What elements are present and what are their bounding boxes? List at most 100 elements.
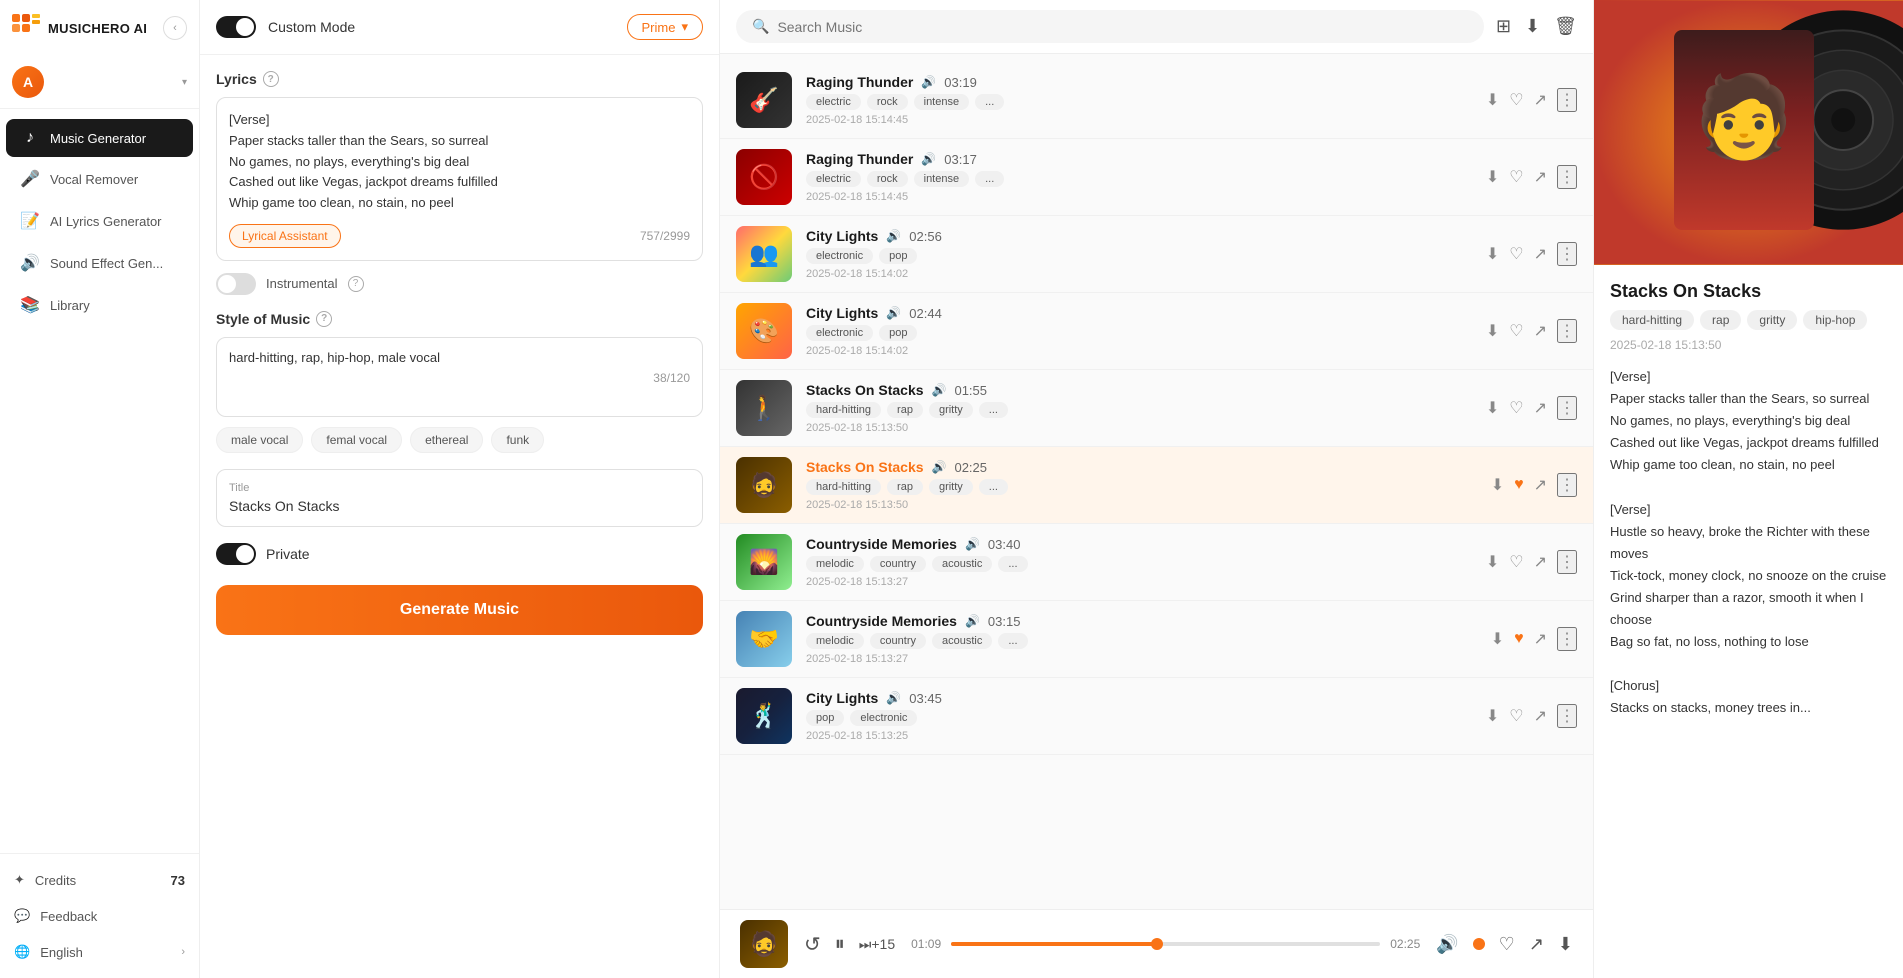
volume-icon[interactable]: 🔊: [1436, 934, 1458, 955]
lyrical-assistant-button[interactable]: Lyrical Assistant: [229, 224, 341, 248]
like-button[interactable]: ♡: [1509, 552, 1523, 572]
private-toggle[interactable]: [216, 543, 256, 565]
more-options-button[interactable]: ⋮: [1557, 319, 1577, 343]
style-tag-male-vocal[interactable]: male vocal: [216, 427, 303, 453]
song-row[interactable]: 🎨 City Lights 🔊 02:44 electronicpop 2025…: [720, 293, 1593, 370]
download-button[interactable]: ⬇: [1486, 167, 1499, 187]
sidebar-item-music-generator[interactable]: ♪ Music Generator: [6, 119, 193, 157]
song-row[interactable]: 🚫 Raging Thunder 🔊 03:17 electricrockint…: [720, 139, 1593, 216]
song-title: City Lights: [806, 690, 878, 706]
style-help-icon[interactable]: ?: [316, 311, 332, 327]
download-button[interactable]: ⬇: [1486, 321, 1499, 341]
song-row[interactable]: 🎸 Raging Thunder 🔊 03:19 electricrockint…: [720, 62, 1593, 139]
like-button[interactable]: ♡: [1509, 321, 1523, 341]
player-heart-icon[interactable]: ♡: [1499, 934, 1515, 955]
skip-forward-button[interactable]: ⏭+15: [859, 936, 895, 953]
song-tag: pop: [879, 325, 917, 341]
private-label: Private: [266, 546, 310, 562]
search-input-wrap[interactable]: 🔍: [736, 10, 1484, 43]
sidebar-item-sound-effect[interactable]: 🔊 Sound Effect Gen...: [6, 243, 193, 283]
like-button[interactable]: ♥: [1514, 476, 1524, 494]
song-row[interactable]: 🌄 Countryside Memories 🔊 03:40 melodicco…: [720, 524, 1593, 601]
song-row[interactable]: 🚶 Stacks On Stacks 🔊 01:55 hard-hittingr…: [720, 370, 1593, 447]
instrumental-toggle[interactable]: [216, 273, 256, 295]
song-duration: 03:19: [944, 75, 977, 90]
search-input[interactable]: [777, 19, 1468, 35]
download-button[interactable]: ⬇: [1486, 244, 1499, 264]
song-tag: acoustic: [932, 556, 992, 572]
share-button[interactable]: ↗: [1534, 629, 1547, 649]
song-row[interactable]: 🕺 City Lights 🔊 03:45 popelectronic 2025…: [720, 678, 1593, 755]
sidebar-feedback[interactable]: 💬 Feedback: [0, 898, 199, 934]
private-toggle-knob: [236, 545, 254, 563]
title-input-wrapper[interactable]: Title Stacks On Stacks: [216, 469, 703, 527]
download-button[interactable]: ⬇: [1486, 552, 1499, 572]
more-options-button[interactable]: ⋮: [1557, 396, 1577, 420]
download-all-icon[interactable]: ⬇: [1525, 16, 1540, 37]
share-button[interactable]: ↗: [1534, 167, 1547, 187]
more-options-button[interactable]: ⋮: [1557, 88, 1577, 112]
share-button[interactable]: ↗: [1534, 706, 1547, 726]
download-button[interactable]: ⬇: [1491, 475, 1504, 495]
more-options-button[interactable]: ⋮: [1557, 627, 1577, 651]
delete-all-icon[interactable]: 🗑: [1554, 16, 1577, 37]
custom-mode-toggle[interactable]: [216, 16, 256, 38]
sidebar-item-ai-lyrics[interactable]: 📝 AI Lyrics Generator: [6, 201, 193, 241]
song-row[interactable]: 👥 City Lights 🔊 02:56 electronicpop 2025…: [720, 216, 1593, 293]
like-button[interactable]: ♥: [1514, 630, 1524, 648]
style-tag-ethereal[interactable]: ethereal: [410, 427, 483, 453]
detail-tag-0: hard-hitting: [1610, 310, 1694, 330]
repeat-button[interactable]: ↺: [804, 932, 821, 957]
generate-music-button[interactable]: Generate Music: [216, 585, 703, 635]
share-button[interactable]: ↗: [1534, 321, 1547, 341]
song-row[interactable]: 🤝 Countryside Memories 🔊 03:15 melodicco…: [720, 601, 1593, 678]
download-button[interactable]: ⬇: [1486, 398, 1499, 418]
more-options-button[interactable]: ⋮: [1557, 242, 1577, 266]
like-button[interactable]: ♡: [1509, 398, 1523, 418]
sidebar-item-vocal-remover[interactable]: 🎤 Vocal Remover: [6, 159, 193, 199]
lyrics-box[interactable]: [Verse] Paper stacks taller than the Sea…: [216, 97, 703, 261]
like-button[interactable]: ♡: [1509, 167, 1523, 187]
lyrics-help-icon[interactable]: ?: [263, 71, 279, 87]
song-tag: acoustic: [932, 633, 992, 649]
more-options-button[interactable]: ⋮: [1557, 473, 1577, 497]
more-options-button[interactable]: ⋮: [1557, 165, 1577, 189]
song-tag: hard-hitting: [806, 402, 881, 418]
style-tag-femal-vocal[interactable]: femal vocal: [311, 427, 402, 453]
sidebar-item-label: Library: [50, 298, 90, 313]
download-button[interactable]: ⬇: [1491, 629, 1504, 649]
like-button[interactable]: ♡: [1509, 90, 1523, 110]
song-row[interactable]: 🧔 Stacks On Stacks 🔊 02:25 hard-hittingr…: [720, 447, 1593, 524]
more-options-button[interactable]: ⋮: [1557, 550, 1577, 574]
progress-track[interactable]: [951, 942, 1380, 946]
detail-tag-2: gritty: [1747, 310, 1797, 330]
vocal-remover-icon: 🎤: [20, 169, 40, 189]
sidebar-credits[interactable]: ✦ Credits 73: [0, 862, 199, 898]
sidebar-collapse-button[interactable]: ‹: [163, 16, 187, 40]
style-input-box[interactable]: hard-hitting, rap, hip-hop, male vocal 3…: [216, 337, 703, 417]
share-button[interactable]: ↗: [1534, 90, 1547, 110]
style-tag-funk[interactable]: funk: [491, 427, 544, 453]
download-button[interactable]: ⬇: [1486, 90, 1499, 110]
like-button[interactable]: ♡: [1509, 706, 1523, 726]
sidebar-language[interactable]: 🌐 English ›: [0, 934, 199, 970]
player-share-icon[interactable]: ↗: [1529, 934, 1544, 955]
share-button[interactable]: ↗: [1534, 475, 1547, 495]
song-actions: ⬇ ♡ ↗ ⋮: [1486, 242, 1577, 266]
song-thumbnail: 🌄: [736, 534, 792, 590]
download-button[interactable]: ⬇: [1486, 706, 1499, 726]
instrumental-help-icon[interactable]: ?: [348, 276, 364, 292]
share-button[interactable]: ↗: [1534, 244, 1547, 264]
sidebar-user[interactable]: A ▾: [0, 56, 199, 109]
like-button[interactable]: ♡: [1509, 244, 1523, 264]
share-button[interactable]: ↗: [1534, 552, 1547, 572]
grid-view-icon[interactable]: ⊞: [1496, 16, 1511, 37]
sidebar-item-library[interactable]: 📚 Library: [6, 285, 193, 325]
prime-badge[interactable]: Prime: [627, 14, 703, 40]
share-button[interactable]: ↗: [1534, 398, 1547, 418]
pause-button[interactable]: ⏸: [835, 933, 845, 956]
more-options-button[interactable]: ⋮: [1557, 704, 1577, 728]
credits-icon: ✦: [14, 872, 25, 888]
player-download-icon[interactable]: ⬇: [1558, 934, 1573, 955]
song-thumbnail: 🤝: [736, 611, 792, 667]
